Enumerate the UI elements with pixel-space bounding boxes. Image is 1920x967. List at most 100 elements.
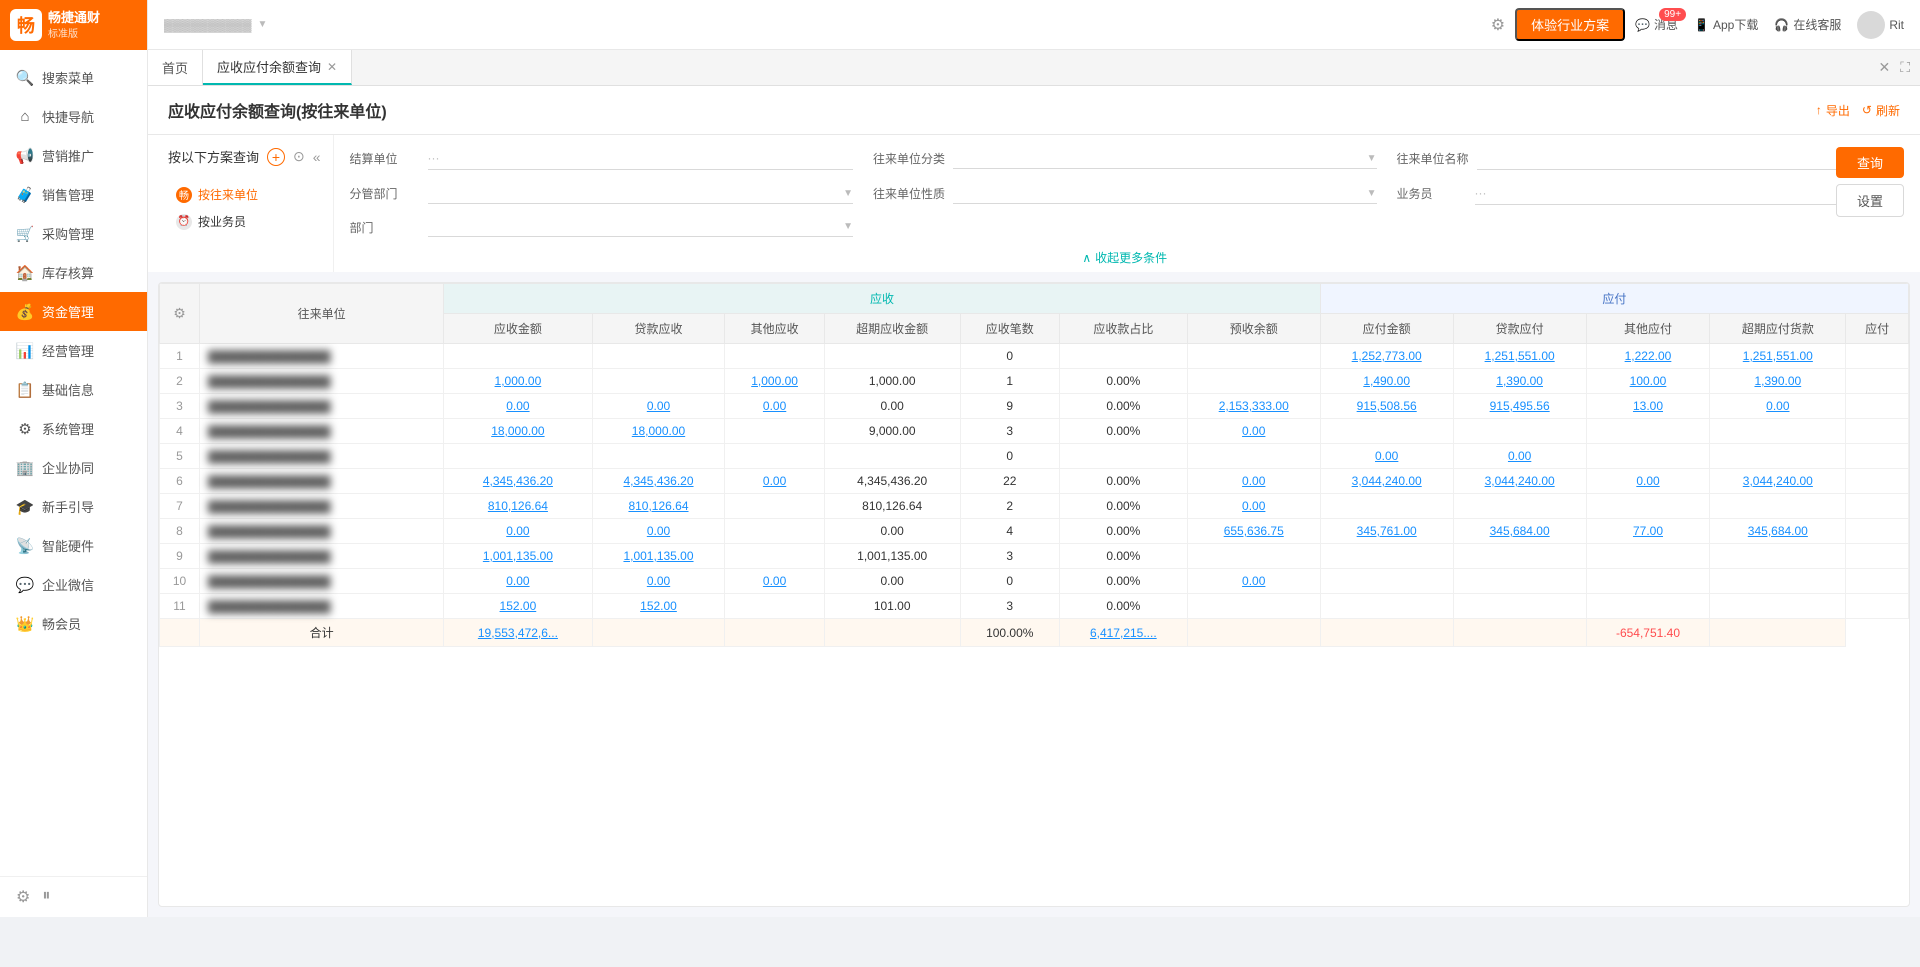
counterpart-name[interactable]: ▓▓▓▓▓▓▓▓▓▓▓▓▓▓ [200,569,444,594]
sidebar-item-wechat[interactable]: 💬 企业微信 [0,565,147,604]
tab-home[interactable]: 首页 [148,50,203,85]
total-ar-amount[interactable]: 19,553,472,6... [444,619,592,647]
counterpart-name[interactable]: ▓▓▓▓▓▓▓▓▓▓▓▓▓▓ [200,369,444,394]
refresh-button[interactable]: ↺ 刷新 [1862,102,1900,119]
expand-tab-button[interactable]: ⛶ [1898,57,1912,78]
tab-ar-query[interactable]: 应收应付余额查询 ✕ [203,50,352,85]
quick-nav-icon: ⌂ [16,108,34,126]
filter-right: 结算单位 ··· 往来单位分类 ▼ 往来单位名称 [334,135,1900,272]
topbar-right: 💬 消息 99+ 📱 App下载 🎧 在线客服 Rit [1635,11,1904,39]
message-button[interactable]: 💬 消息 99+ [1635,16,1678,33]
total-row: 合计 19,553,472,6... 100.00% 6,417,215....… [160,619,1909,647]
sidebar-item-system[interactable]: ⚙ 系统管理 [0,409,147,448]
filter-schemes: 畅 按往来单位 ⏰ 按业务员 [168,176,321,240]
sidebar-item-marketing[interactable]: 📢 营销推广 [0,136,147,175]
counterpart-name[interactable]: ▓▓▓▓▓▓▓▓▓▓▓▓▓▓ [200,594,444,619]
export-button[interactable]: ↑ 导出 [1816,102,1850,119]
ar-prepay-header: 预收余额 [1187,314,1320,344]
page-header: 应收应付余额查询(按往来单位) ↑ 导出 ↺ 刷新 [148,86,1920,135]
sidebar-item-ops[interactable]: 📊 经营管理 [0,331,147,370]
filter-config-icon[interactable]: ⊙ [293,148,305,165]
chevron-up-icon: ∧ [1082,251,1091,265]
filter-left: 按以下方案查询 + ⊙ « 畅 按往来单位 ⏰ 按业务员 [168,135,334,272]
promo-button[interactable]: 体验行业方案 [1515,8,1625,41]
counterpart-nature-select[interactable]: ▼ [953,184,1376,204]
counterpart-category-select[interactable]: ▼ [953,149,1376,169]
tab-bar-controls: ✕ ⛶ [1876,57,1920,78]
sidebar-item-newbie[interactable]: 🎓 新手引导 [0,487,147,526]
app-download-button[interactable]: 📱 App下载 [1694,16,1758,33]
ap-overdue-header: 超期应付货款 [1710,314,1846,344]
logo-icon: 畅 [10,9,42,41]
pause-icon[interactable]: ⏸ [42,887,50,907]
service-button[interactable]: 🎧 在线客服 [1774,16,1841,33]
sidebar-item-purchase[interactable]: 🛒 采购管理 [0,214,147,253]
collapse-button[interactable]: ∧ 收起更多条件 [1082,249,1167,266]
gear-icon[interactable]: ⚙ [1491,15,1505,35]
counterpart-name[interactable]: ▓▓▓▓▓▓▓▓▓▓▓▓▓▓ [200,494,444,519]
data-table: ⚙ 往来单位 应收 应付 应收金额 贷款应收 其他应收 超期应收金额 应收笔数 … [159,283,1909,647]
table-settings-icon[interactable]: ⚙ [173,305,186,321]
export-icon: ↑ [1816,103,1822,117]
query-buttons: 查询 设置 [1836,147,1904,217]
filter-item-dept-manager: 分管部门 ▼ [350,182,853,205]
sidebar-item-corp[interactable]: 🏢 企业协同 [0,448,147,487]
ap-col-header: 应付 [1846,314,1909,344]
topbar: ▓▓▓▓▓▓▓▓▓▓ ▼ ⚙ 体验行业方案 💬 消息 99+ 📱 App下载 🎧… [148,0,1920,50]
tab-close-icon[interactable]: ✕ [327,60,337,74]
user-info[interactable]: Rit [1857,11,1904,39]
filter-container: 按以下方案查询 + ⊙ « 畅 按往来单位 ⏰ 按业务员 [148,135,1920,272]
page-title: 应收应付余额查询(按往来单位) [168,98,387,122]
sidebar-item-member[interactable]: 👑 畅会员 [0,604,147,643]
settings-bottom-icon[interactable]: ⚙ [16,887,30,907]
filter-add-button[interactable]: + [267,148,285,166]
breadcrumb: ▓▓▓▓▓▓▓▓▓▓ ▼ [164,18,1481,32]
counterpart-name[interactable]: ▓▓▓▓▓▓▓▓▓▓▓▓▓▓ [200,419,444,444]
sidebar-bottom: ⚙ ⏸ [0,876,147,917]
table-row: 2▓▓▓▓▓▓▓▓▓▓▓▓▓▓1,000.001,000.001,000.001… [160,369,1909,394]
member-icon: 👑 [16,615,34,633]
table-row: 5▓▓▓▓▓▓▓▓▓▓▓▓▓▓00.000.00 [160,444,1909,469]
total-ar-prepay[interactable]: 6,417,215.... [1059,619,1187,647]
sidebar-item-sales[interactable]: 🧳 销售管理 [0,175,147,214]
counterpart-name[interactable]: ▓▓▓▓▓▓▓▓▓▓▓▓▓▓ [200,344,444,369]
close-tab-button[interactable]: ✕ [1876,57,1892,78]
sidebar-item-hardware[interactable]: 📡 智能硬件 [0,526,147,565]
sidebar-item-quick[interactable]: ⌂ 快捷导航 [0,97,147,136]
counterpart-name[interactable]: ▓▓▓▓▓▓▓▓▓▓▓▓▓▓ [200,469,444,494]
counterpart-name[interactable]: ▓▓▓▓▓▓▓▓▓▓▓▓▓▓ [200,544,444,569]
scheme-staff-icon: ⏰ [176,214,192,230]
dept-manager-select[interactable]: ▼ [428,184,853,204]
counterpart-name[interactable]: ▓▓▓▓▓▓▓▓▓▓▓▓▓▓ [200,519,444,544]
search-menu-icon: 🔍 [16,69,34,87]
scheme-by-unit[interactable]: 畅 按往来单位 [168,182,321,207]
filter-item-dept: 部门 ▼ [350,217,853,237]
ar-loan-header: 贷款应收 [592,314,725,344]
message-icon: 💬 [1635,18,1650,32]
ops-icon: 📊 [16,342,34,360]
dept-select[interactable]: ▼ [428,217,853,237]
query-button[interactable]: 查询 [1836,147,1904,178]
sidebar-item-funds[interactable]: 💰 资金管理 [0,292,147,331]
settings-button[interactable]: 设置 [1836,184,1904,217]
system-icon: ⚙ [16,420,34,438]
filter-collapse-left-icon[interactable]: « [313,149,321,165]
ap-amount-header: 应付金额 [1320,314,1453,344]
sidebar-item-inventory[interactable]: 🏠 库存核算 [0,253,147,292]
ar-ratio-header: 应收款占比 [1059,314,1187,344]
page-area: 应收应付余额查询(按往来单位) ↑ 导出 ↺ 刷新 按以下方案查询 [148,86,1920,917]
counterpart-name[interactable]: ▓▓▓▓▓▓▓▓▓▓▓▓▓▓ [200,394,444,419]
table-row: 8▓▓▓▓▓▓▓▓▓▓▓▓▓▓0.000.000.0040.00%655,636… [160,519,1909,544]
basic-icon: 📋 [16,381,34,399]
phone-icon: 📱 [1694,18,1709,32]
sidebar-item-basic[interactable]: 📋 基础信息 [0,370,147,409]
ar-group-header: 应收 [444,284,1320,314]
settings-col-header[interactable]: ⚙ [160,284,200,344]
scheme-by-staff[interactable]: ⏰ 按业务员 [168,209,321,234]
main-content: 首页 应收应付余额查询 ✕ ✕ ⛶ 应收应付余额查询(按往来单位) ↑ 导出 [148,50,1920,917]
sidebar-item-search[interactable]: 🔍 搜索菜单 [0,58,147,97]
ap-group-header: 应付 [1320,284,1908,314]
settlement-unit-select[interactable]: ··· [428,147,853,170]
table-row: 9▓▓▓▓▓▓▓▓▓▓▓▓▓▓1,001,135.001,001,135.001… [160,544,1909,569]
counterpart-name[interactable]: ▓▓▓▓▓▓▓▓▓▓▓▓▓▓ [200,444,444,469]
